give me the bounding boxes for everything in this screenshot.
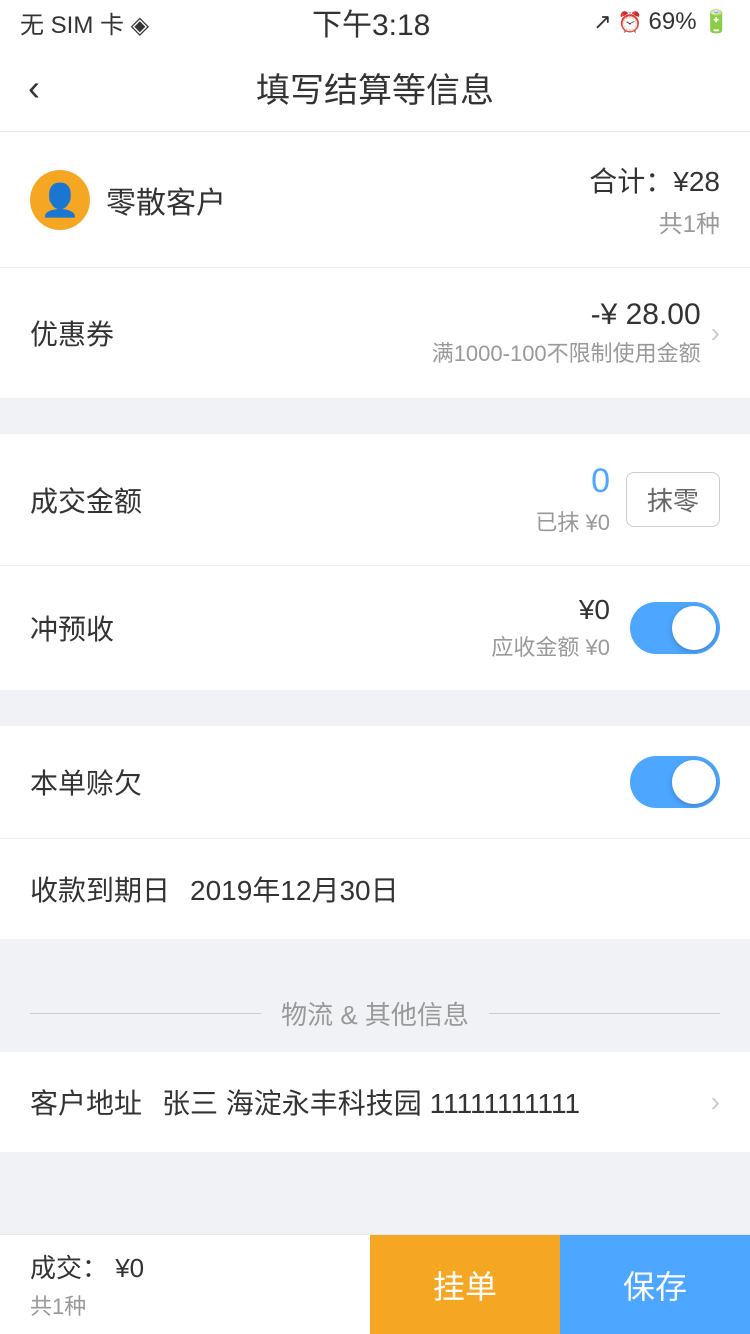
battery-icon: 🔋: [703, 9, 730, 35]
debit-toggle[interactable]: [630, 756, 720, 808]
due-date-row: 收款到期日 2019年12月30日: [0, 838, 750, 939]
customer-left: 👤 零散客户: [30, 170, 226, 230]
debit-card: 本单赊欠 收款到期日 2019年12月30日: [0, 726, 750, 939]
bottom-bar: 成交： ¥0 共1种 挂单 保存: [0, 1234, 750, 1334]
chevron-right-icon: ›: [711, 317, 720, 349]
bottom-summary-label: 成交： ¥0: [30, 1248, 340, 1285]
bottom-summary: 成交： ¥0 共1种: [0, 1248, 370, 1321]
logistics-line: 物流 & 其他信息: [30, 995, 720, 1032]
logistics-text: 物流 & 其他信息: [281, 995, 469, 1032]
avatar-icon: 👤: [40, 181, 80, 219]
bottom-summary-count: 共1种: [30, 1289, 340, 1321]
status-left: 无 SIM 卡 ◈: [20, 5, 149, 40]
transaction-card: 成交金额 0 已抹 ¥0 抹零 冲预收 ¥0 应收金额 ¥0: [0, 434, 750, 690]
debit-label: 本单赊欠: [30, 762, 142, 802]
section-divider-3: [0, 957, 750, 975]
page-title: 填写结算等信息: [256, 63, 494, 112]
coupon-row[interactable]: 优惠券 -¥ 28.00 满1000-100不限制使用金额 ›: [0, 267, 750, 398]
address-card: 客户地址 张三 海淀永丰科技园 11111111111 ›: [0, 1052, 750, 1152]
total-count: 共1种: [589, 204, 720, 239]
total-amount: 合计：¥28: [589, 160, 720, 200]
status-bar: 无 SIM 卡 ◈ 下午3:18 69% 🔋: [0, 0, 750, 44]
coupon-discount: -¥ 28.00: [432, 298, 701, 332]
toggle-thumb: [672, 606, 716, 650]
transaction-row: 成交金额 0 已抹 ¥0 抹零: [0, 434, 750, 565]
prepay-right: ¥0 应收金额 ¥0: [491, 594, 720, 662]
location-icon: [593, 8, 611, 36]
pend-button[interactable]: 挂单: [370, 1235, 560, 1334]
coupon-label: 优惠券: [30, 313, 114, 353]
transaction-label: 成交金额: [30, 480, 142, 520]
nav-bar: ‹ 填写结算等信息: [0, 44, 750, 132]
debit-toggle-thumb: [672, 760, 716, 804]
battery-level: 69%: [649, 8, 697, 36]
coupon-right: -¥ 28.00 满1000-100不限制使用金额 ›: [432, 298, 720, 368]
section-divider-1: [0, 416, 750, 434]
prepay-label: 冲预收: [30, 608, 114, 648]
save-button[interactable]: 保存: [560, 1235, 750, 1334]
transaction-value-section: 0 已抹 ¥0: [535, 462, 610, 537]
coupon-description: 满1000-100不限制使用金额: [432, 336, 701, 368]
transaction-amount: 0: [535, 462, 610, 501]
customer-row: 👤 零散客户 合计：¥28 共1种: [0, 132, 750, 267]
content: 👤 零散客户 合计：¥28 共1种 优惠券 -¥ 28.00 满1000-100…: [0, 132, 750, 1290]
back-button[interactable]: ‹: [28, 67, 40, 109]
transaction-right: 0 已抹 ¥0 抹零: [535, 462, 720, 537]
status-right: 69% 🔋: [593, 8, 730, 36]
alarm-icon: [618, 8, 643, 36]
status-time: 下午3:18: [312, 0, 430, 44]
logistics-section: 物流 & 其他信息: [0, 975, 750, 1052]
transaction-sub: 已抹 ¥0: [535, 505, 610, 537]
logistics-divider-right: [489, 1013, 720, 1014]
prepay-sub: 应收金额 ¥0: [491, 630, 610, 662]
logistics-divider-left: [30, 1013, 261, 1014]
due-date-value: 2019年12月30日: [190, 869, 399, 909]
coupon-value-section: -¥ 28.00 满1000-100不限制使用金额: [432, 298, 701, 368]
prepay-amount: ¥0: [491, 594, 610, 626]
round-zero-button[interactable]: 抹零: [626, 472, 720, 527]
due-date-label: 收款到期日: [30, 869, 170, 909]
prepay-value-section: ¥0 应收金额 ¥0: [491, 594, 610, 662]
customer-right: 合计：¥28 共1种: [589, 160, 720, 239]
avatar: 👤: [30, 170, 90, 230]
address-row[interactable]: 客户地址 张三 海淀永丰科技园 11111111111 ›: [0, 1052, 750, 1152]
address-chevron-icon: ›: [711, 1086, 720, 1118]
prepay-row: 冲预收 ¥0 应收金额 ¥0: [0, 565, 750, 690]
sim-text: 无 SIM 卡 ◈: [20, 5, 149, 40]
prepay-toggle[interactable]: [630, 602, 720, 654]
address-label: 客户地址: [30, 1082, 142, 1122]
debit-row: 本单赊欠: [0, 726, 750, 838]
address-value: 张三 海淀永丰科技园 11111111111: [162, 1082, 711, 1122]
customer-card: 👤 零散客户 合计：¥28 共1种 优惠券 -¥ 28.00 满1000-100…: [0, 132, 750, 398]
section-divider-2: [0, 708, 750, 726]
customer-name: 零散客户: [106, 178, 226, 222]
